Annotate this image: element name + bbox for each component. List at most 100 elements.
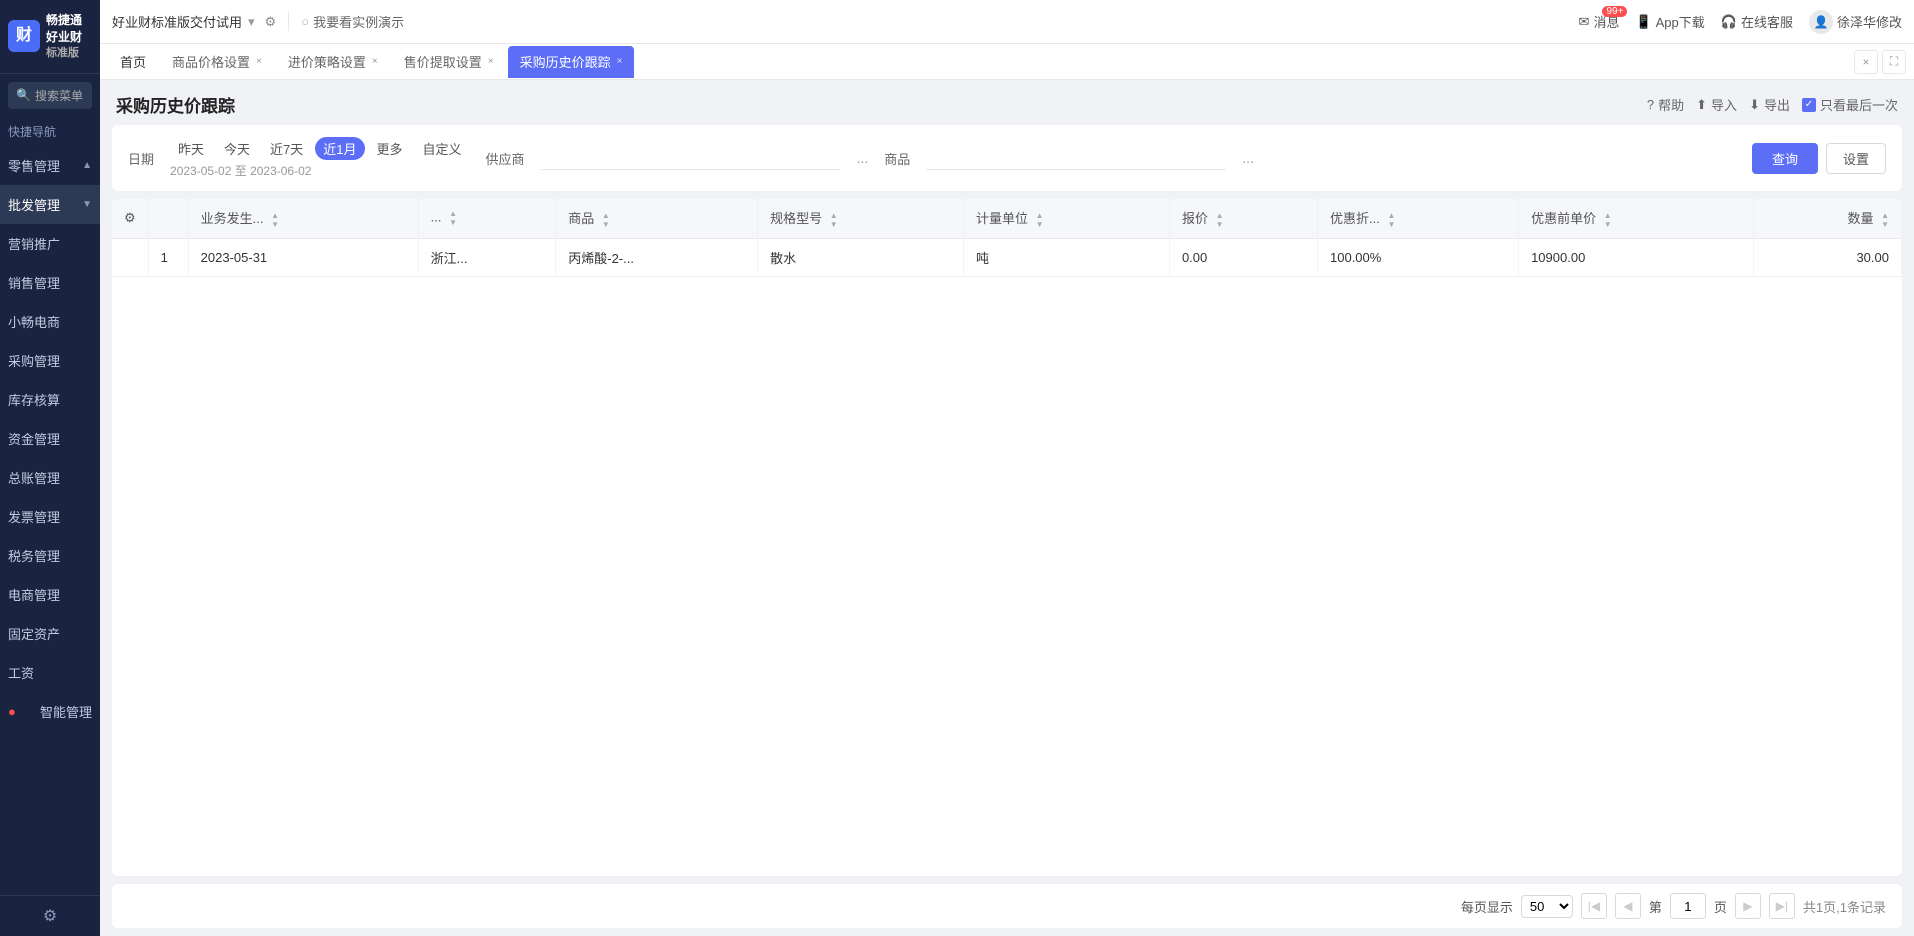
online-service-label: 在线客服	[1741, 12, 1793, 31]
cell-product: 丙烯酸-2-...	[556, 238, 758, 276]
date-filter-label: 日期	[128, 149, 154, 168]
tab-maximize-button[interactable]: ⛶	[1882, 50, 1906, 74]
version-selector[interactable]: 好业财标准版交付试用 ▾ ⚙	[112, 12, 289, 31]
only-last-label: 只看最后一次	[1820, 95, 1898, 114]
tab-close-button[interactable]: ×	[1854, 50, 1878, 74]
page-prev-button[interactable]: ◀	[1615, 893, 1641, 919]
date-range-display: 2023-05-02 至 2023-06-02	[170, 162, 470, 179]
cell-quantity: 30.00	[1753, 238, 1901, 276]
col-unit-price[interactable]: 优惠前单价 ▲▼	[1519, 199, 1754, 238]
sidebar-item-tax[interactable]: 税务管理	[0, 536, 100, 575]
only-last-toggle[interactable]: ✓ 只看最后一次	[1802, 95, 1898, 114]
col-spec[interactable]: 规格型号 ▲▼	[758, 199, 964, 238]
page-first-button[interactable]: |◀	[1581, 893, 1607, 919]
sort-arrows-unit-price: ▲▼	[1604, 211, 1612, 229]
search-icon: 🔍	[16, 88, 31, 102]
sort-arrows-quote: ▲▼	[1216, 211, 1224, 229]
import-button[interactable]: ⬆ 导入	[1696, 95, 1737, 114]
date-today[interactable]: 今天	[216, 137, 258, 160]
tab-home[interactable]: 首页	[108, 46, 158, 78]
tab-product-price-close[interactable]: ×	[256, 56, 262, 67]
supplier-input[interactable]	[541, 146, 841, 170]
sidebar-item-label: 采购管理	[8, 351, 60, 370]
col-unit[interactable]: 计量单位 ▲▼	[964, 199, 1170, 238]
page-size-select[interactable]: 50 20 100 200	[1521, 895, 1573, 918]
help-button[interactable]: ? 帮助	[1647, 95, 1684, 114]
tab-purchase-strategy-close[interactable]: ×	[372, 56, 378, 67]
tab-product-price[interactable]: 商品价格设置 ×	[160, 46, 274, 78]
goods-more-icon[interactable]: ...	[1242, 150, 1254, 166]
date-buttons: 昨天 今天 近7天 近1月 更多 自定义	[170, 137, 470, 160]
table-row: 1 2023-05-31 浙江... 丙烯酸-2-... 散水 吨 0.00 1…	[112, 238, 1902, 276]
col-date[interactable]: 业务发生... ▲▼	[188, 199, 418, 238]
app-name: 畅捷通好业财	[46, 12, 92, 46]
date-yesterday[interactable]: 昨天	[170, 137, 212, 160]
sidebar-item-invoice[interactable]: 发票管理	[0, 497, 100, 536]
sidebar-item-marketing[interactable]: 营销推广	[0, 224, 100, 263]
sidebar-item-purchase[interactable]: 采购管理	[0, 341, 100, 380]
sidebar-item-ecom-small[interactable]: 小畅电商	[0, 302, 100, 341]
supplier-more-icon[interactable]: ...	[857, 150, 869, 166]
page-last-button[interactable]: ▶|	[1769, 893, 1795, 919]
date-filter-group: 昨天 今天 近7天 近1月 更多 自定义 2023-05-02 至 2023-0…	[170, 137, 470, 179]
quick-nav-button[interactable]: 快捷导航	[0, 117, 100, 146]
sidebar-item-ledger[interactable]: 总账管理	[0, 458, 100, 497]
export-button[interactable]: ⬇ 导出	[1749, 95, 1790, 114]
tab-purchase-history[interactable]: 采购历史价跟踪 ×	[508, 46, 635, 78]
sort-arrows-quantity: ▲▼	[1881, 211, 1889, 229]
page-next-button[interactable]: ▶	[1735, 893, 1761, 919]
tab-sale-price[interactable]: 售价提取设置 ×	[392, 46, 506, 78]
sort-arrows-discount: ▲▼	[1387, 211, 1395, 229]
col-product[interactable]: 商品 ▲▼	[556, 199, 758, 238]
sidebar-item-label: 小畅电商	[8, 312, 60, 331]
col-quantity[interactable]: 数量 ▲▼	[1753, 199, 1901, 238]
online-service-button[interactable]: 🎧 在线客服	[1721, 12, 1793, 31]
date-7days[interactable]: 近7天	[262, 137, 311, 160]
version-settings-icon[interactable]: ⚙	[265, 14, 277, 30]
goods-input[interactable]	[926, 146, 1226, 170]
col-discount[interactable]: 优惠折... ▲▼	[1318, 199, 1519, 238]
sidebar-item-inventory[interactable]: 库存核算	[0, 380, 100, 419]
table-settings-icon[interactable]: ⚙	[124, 210, 136, 225]
sort-arrows-spec: ▲▼	[830, 211, 838, 229]
sidebar-item-retail[interactable]: 零售管理 ▲	[0, 146, 100, 185]
export-icon: ⬇	[1749, 97, 1760, 113]
sidebar-item-payroll[interactable]: 工资	[0, 653, 100, 692]
sidebar-item-ecom[interactable]: 电商管理	[0, 575, 100, 614]
tab-sale-price-label: 售价提取设置	[404, 52, 482, 71]
user-button[interactable]: 👤 徐泽华修改	[1809, 10, 1902, 34]
demo-button[interactable]: ○ 我要看实例演示	[301, 12, 404, 31]
message-button[interactable]: ✉ 消息 99+	[1579, 12, 1620, 31]
filter-settings-button[interactable]: 设置	[1826, 143, 1886, 174]
search-menu-button[interactable]: 🔍 搜索菜单	[8, 82, 92, 109]
tab-sale-price-close[interactable]: ×	[488, 56, 494, 67]
date-more[interactable]: 更多	[369, 137, 411, 160]
tab-purchase-history-label: 采购历史价跟踪	[520, 52, 611, 71]
search-menu-label: 搜索菜单	[35, 87, 83, 104]
sidebar-menu: 零售管理 ▲ 批发管理 ▼ 营销推广 销售管理 小畅电商 采购管理 库存核算 资…	[0, 146, 100, 895]
col-quote[interactable]: 报价 ▲▼	[1169, 199, 1317, 238]
date-1month[interactable]: 近1月	[315, 137, 364, 160]
tab-purchase-history-close[interactable]: ×	[617, 56, 623, 67]
date-custom[interactable]: 自定义	[415, 137, 470, 160]
query-button[interactable]: 查询	[1752, 143, 1818, 174]
export-label: 导出	[1764, 95, 1790, 114]
sidebar-item-label: 批发管理	[8, 195, 60, 214]
message-badge: 99+	[1602, 6, 1627, 17]
sidebar-settings-button[interactable]: ⚙	[43, 906, 57, 926]
sidebar-item-assets[interactable]: 固定资产	[0, 614, 100, 653]
sidebar-item-finance[interactable]: 资金管理	[0, 419, 100, 458]
pagination: 每页显示 50 20 100 200 |◀ ◀ 第 页 ▶ ▶| 共1页,1条记…	[112, 884, 1902, 928]
page: 采购历史价跟踪 ? 帮助 ⬆ 导入 ⬇ 导出 ✓ 只看最后一次	[100, 80, 1914, 936]
col-extra[interactable]: ... ▲▼	[418, 199, 556, 238]
tab-purchase-strategy[interactable]: 进价策略设置 ×	[276, 46, 390, 78]
col-settings[interactable]: ⚙	[112, 199, 148, 238]
sidebar-item-smart[interactable]: ● 智能管理	[0, 692, 100, 731]
app-download-button[interactable]: 📱 App下载	[1635, 12, 1704, 31]
tab-bar: 首页 商品价格设置 × 进价策略设置 × 售价提取设置 × 采购历史价跟踪 × …	[100, 44, 1914, 80]
sidebar-item-sales[interactable]: 销售管理	[0, 263, 100, 302]
page-number-input[interactable]	[1670, 893, 1706, 919]
sidebar-item-label: 库存核算	[8, 390, 60, 409]
sidebar-item-wholesale[interactable]: 批发管理 ▼	[0, 185, 100, 224]
sidebar-item-label: 工资	[8, 663, 34, 682]
